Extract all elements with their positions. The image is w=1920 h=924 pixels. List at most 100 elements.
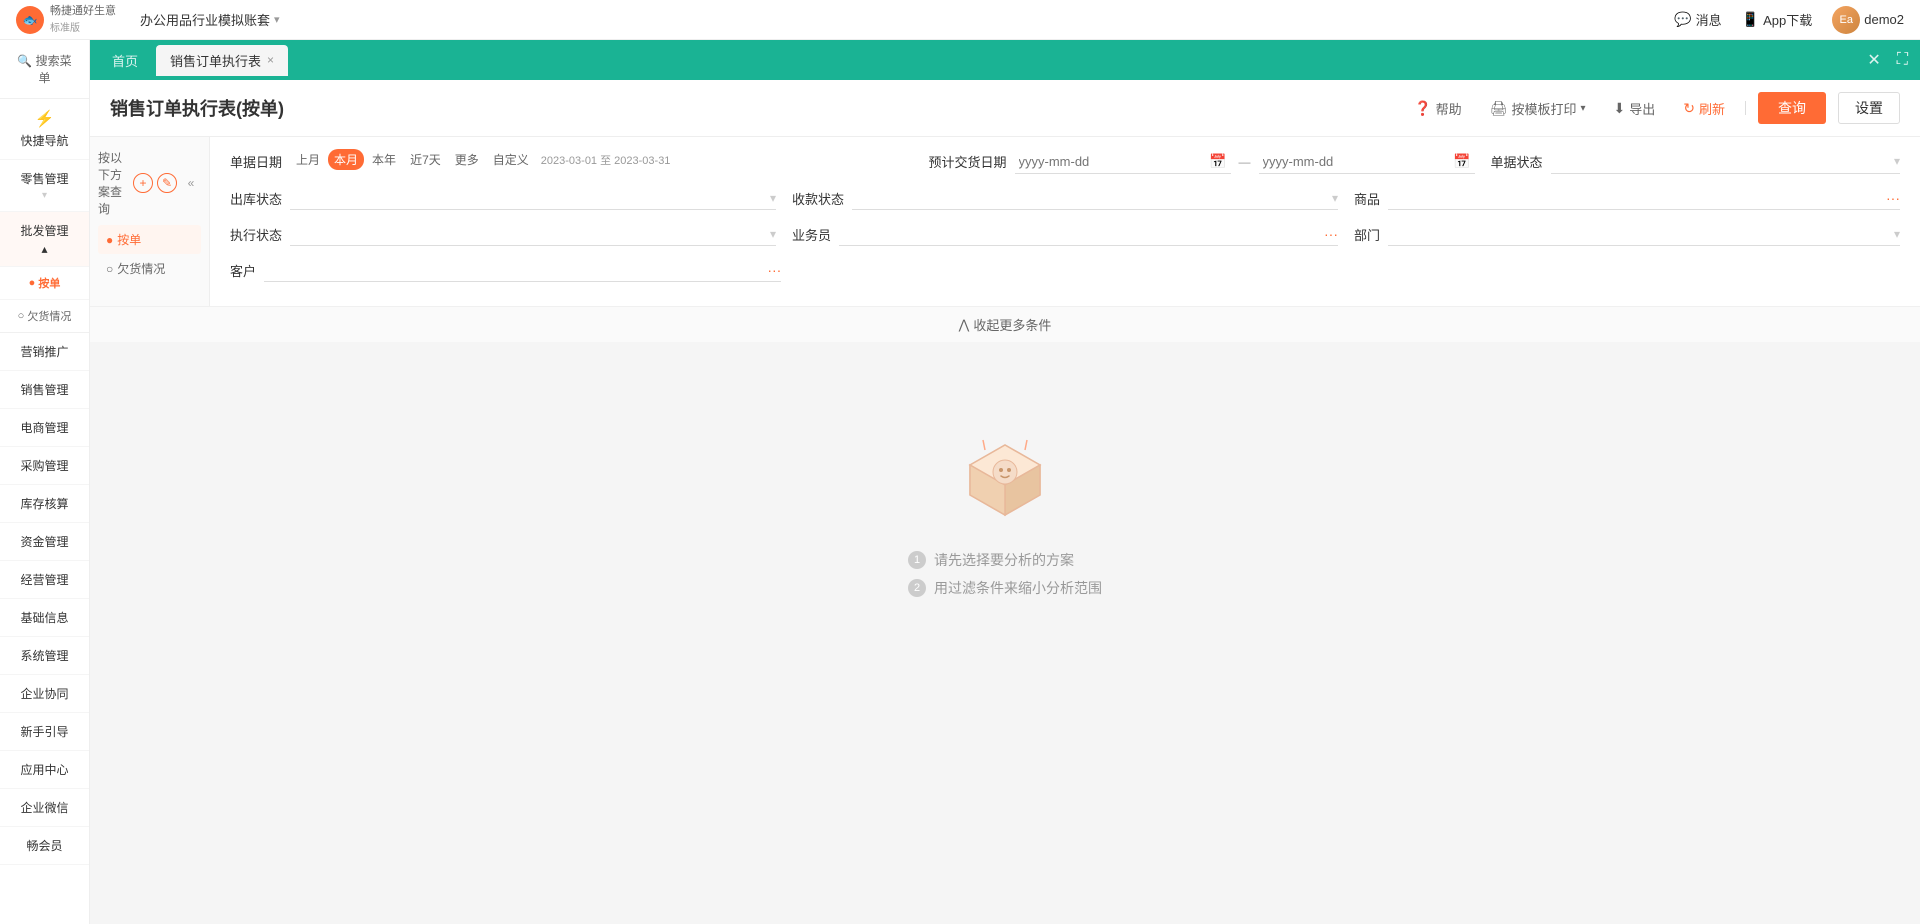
refresh-icon: ↻ [1683, 100, 1695, 117]
query-btn[interactable]: 查询 [1758, 92, 1826, 124]
sidebar-item-wholesale[interactable]: 批发管理 ▴ [0, 212, 89, 266]
message-btn[interactable]: 💬 消息 [1674, 10, 1721, 29]
tab-active[interactable]: 销售订单执行表 × [156, 45, 288, 76]
date-tab-last[interactable]: 上月 [290, 149, 326, 170]
appstore-label: 应用中心 [20, 761, 68, 778]
tab-close-btn[interactable]: × [267, 53, 274, 67]
edit-icon: ✎ [162, 176, 172, 190]
sidebar-item-inventory[interactable]: 库存核算 [0, 485, 89, 523]
customer-more-icon[interactable]: ··· [767, 262, 781, 278]
sidebar-item-member[interactable]: 畅会员 [0, 827, 89, 865]
exec-status-wrap: ▾ [290, 222, 776, 246]
salesman-more-icon[interactable]: ··· [1324, 226, 1338, 242]
expected-date-label: 预计交货日期 [929, 152, 1007, 171]
expected-date-to[interactable] [1259, 150, 1450, 173]
calendar-to-icon[interactable]: 📅 [1449, 153, 1474, 170]
sidebar-sub-item-order[interactable]: ● 按单 [0, 266, 89, 299]
tab-active-label: 销售订单执行表 [170, 51, 261, 70]
tab-maximize-btn[interactable]: ⛶ [1893, 47, 1912, 73]
payment-status-input[interactable] [852, 186, 1332, 209]
goods-input[interactable] [1388, 186, 1886, 209]
tab-bar: 首页 销售订单执行表 × ✕ ⛶ [90, 40, 1920, 80]
app-download-label: App下载 [1763, 10, 1812, 29]
sidebar-item-appstore[interactable]: 应用中心 [0, 751, 89, 789]
dept-dropdown-icon[interactable]: ▾ [1894, 227, 1900, 241]
out-status-dropdown-icon[interactable]: ▾ [770, 191, 776, 205]
date-tab-custom[interactable]: 自定义 [487, 149, 535, 170]
sidebar-item-finance[interactable]: 资金管理 [0, 523, 89, 561]
avatar: Ea [1832, 6, 1860, 34]
wholesale-arrow-icon: ▴ [41, 242, 47, 256]
salesman-input[interactable] [839, 222, 1324, 245]
expected-date-from[interactable] [1015, 150, 1206, 173]
date-tab-week[interactable]: 近7天 [404, 149, 447, 170]
sidebar-item-newbie[interactable]: 新手引导 [0, 713, 89, 751]
tab-close-window-btn[interactable]: ✕ [1863, 46, 1884, 74]
filter-plan-item-debt[interactable]: ○ 欠货情况 [98, 254, 201, 283]
sidebar-sub-item-debt[interactable]: ○ 欠货情况 [0, 299, 89, 332]
system-label: 系统管理 [20, 647, 68, 664]
tab-home[interactable]: 首页 [98, 45, 152, 76]
search-menu-btn[interactable]: 🔍 搜索菜单 [8, 48, 81, 90]
calendar-from-icon[interactable]: 📅 [1205, 153, 1230, 170]
user-info[interactable]: Ea demo2 [1832, 6, 1904, 34]
nav-title[interactable]: 办公用品行业模拟账套 ▾ [140, 10, 280, 29]
sidebar-item-ecommerce[interactable]: 电商管理 [0, 409, 89, 447]
sidebar-group-wholesale: 批发管理 ▴ ● 按单 ○ 欠货情况 [0, 212, 89, 333]
sidebar-item-retail[interactable]: 零售管理 ▾ [0, 160, 89, 212]
sidebar-item-operation[interactable]: 经营管理 [0, 561, 89, 599]
sidebar-item-quicknav[interactable]: ⚡ 快捷导航 [0, 99, 89, 160]
order-label: 按单 [38, 275, 60, 291]
empty-box-svg [955, 430, 1055, 530]
date-tab-year[interactable]: 本年 [366, 149, 402, 170]
payment-status-dropdown-icon[interactable]: ▾ [1332, 191, 1338, 205]
out-status-input[interactable] [290, 186, 770, 209]
dept-input[interactable] [1388, 222, 1894, 245]
date-tab-more[interactable]: 更多 [449, 149, 485, 170]
hint-num-1: 1 [908, 551, 926, 569]
print-dropdown-icon: ▾ [1580, 103, 1585, 114]
filter-row-3: 执行状态 ▾ 业务员 ··· [230, 222, 1900, 246]
plan-debt-icon: ○ [106, 262, 113, 276]
filter-plan-add-btn[interactable]: + [133, 173, 153, 193]
sidebar-item-corpwx[interactable]: 企业微信 [0, 789, 89, 827]
basic-label: 基础信息 [20, 609, 68, 626]
sidebar-item-sales[interactable]: 销售管理 [0, 371, 89, 409]
refresh-btn[interactable]: ↻ 刷新 [1675, 95, 1733, 122]
logo-area[interactable]: 🐟 畅捷通好生意 标准版 [16, 5, 116, 33]
empty-hint-1: 1 请先选择要分析的方案 [908, 550, 1102, 570]
page-title-bar: 销售订单执行表(按单) ❓ 帮助 🖨 按模板打印 ▾ ⬇ 导出 [90, 80, 1920, 137]
filter-plan-collapse-btn[interactable]: « [181, 173, 201, 193]
sidebar-item-marketing[interactable]: 营销推广 [0, 333, 89, 371]
filter-plan-item-order[interactable]: ● 按单 [98, 225, 201, 254]
status-input[interactable] [1551, 150, 1894, 173]
quicknav-icon: ⚡ [35, 109, 55, 129]
sidebar-item-enterprise[interactable]: 企业协同 [0, 675, 89, 713]
date-tab-current[interactable]: 本月 [328, 149, 364, 170]
hint-text-2: 用过滤条件来缩小分析范围 [934, 578, 1102, 598]
filter-row-4: 客户 ··· [230, 258, 1900, 282]
filter-plan-edit-btn[interactable]: ✎ [157, 173, 177, 193]
status-dropdown-icon[interactable]: ▾ [1894, 154, 1900, 168]
sidebar-item-basic[interactable]: 基础信息 [0, 599, 89, 637]
print-btn[interactable]: 🖨 按模板打印 ▾ [1482, 95, 1594, 122]
goods-more-icon[interactable]: ··· [1886, 190, 1900, 206]
ecommerce-label: 电商管理 [20, 419, 68, 436]
exec-status-dropdown-icon[interactable]: ▾ [770, 227, 776, 241]
sidebar-item-purchase[interactable]: 采购管理 [0, 447, 89, 485]
app-download-btn[interactable]: 📱 App下载 [1742, 10, 1813, 29]
dept-label: 部门 [1354, 225, 1380, 244]
help-btn[interactable]: ❓ 帮助 [1406, 95, 1469, 122]
exec-status-input[interactable] [290, 222, 770, 245]
filter-item-expected-date: 预计交货日期 📅 — 📅 [929, 150, 1475, 174]
date-range-value: 2023-03-01 至 2023-03-31 [541, 152, 671, 168]
help-icon: ❓ [1414, 100, 1431, 117]
set-btn[interactable]: 设置 [1838, 92, 1900, 124]
collapse-more-btn[interactable]: ⋀ 收起更多条件 [90, 306, 1920, 342]
export-btn[interactable]: ⬇ 导出 [1606, 95, 1664, 122]
goods-wrap: ··· [1388, 186, 1900, 210]
sidebar-item-system[interactable]: 系统管理 [0, 637, 89, 675]
logo-icon: 🐟 [16, 6, 44, 34]
out-status-label: 出库状态 [230, 189, 282, 208]
customer-input[interactable] [264, 258, 767, 281]
